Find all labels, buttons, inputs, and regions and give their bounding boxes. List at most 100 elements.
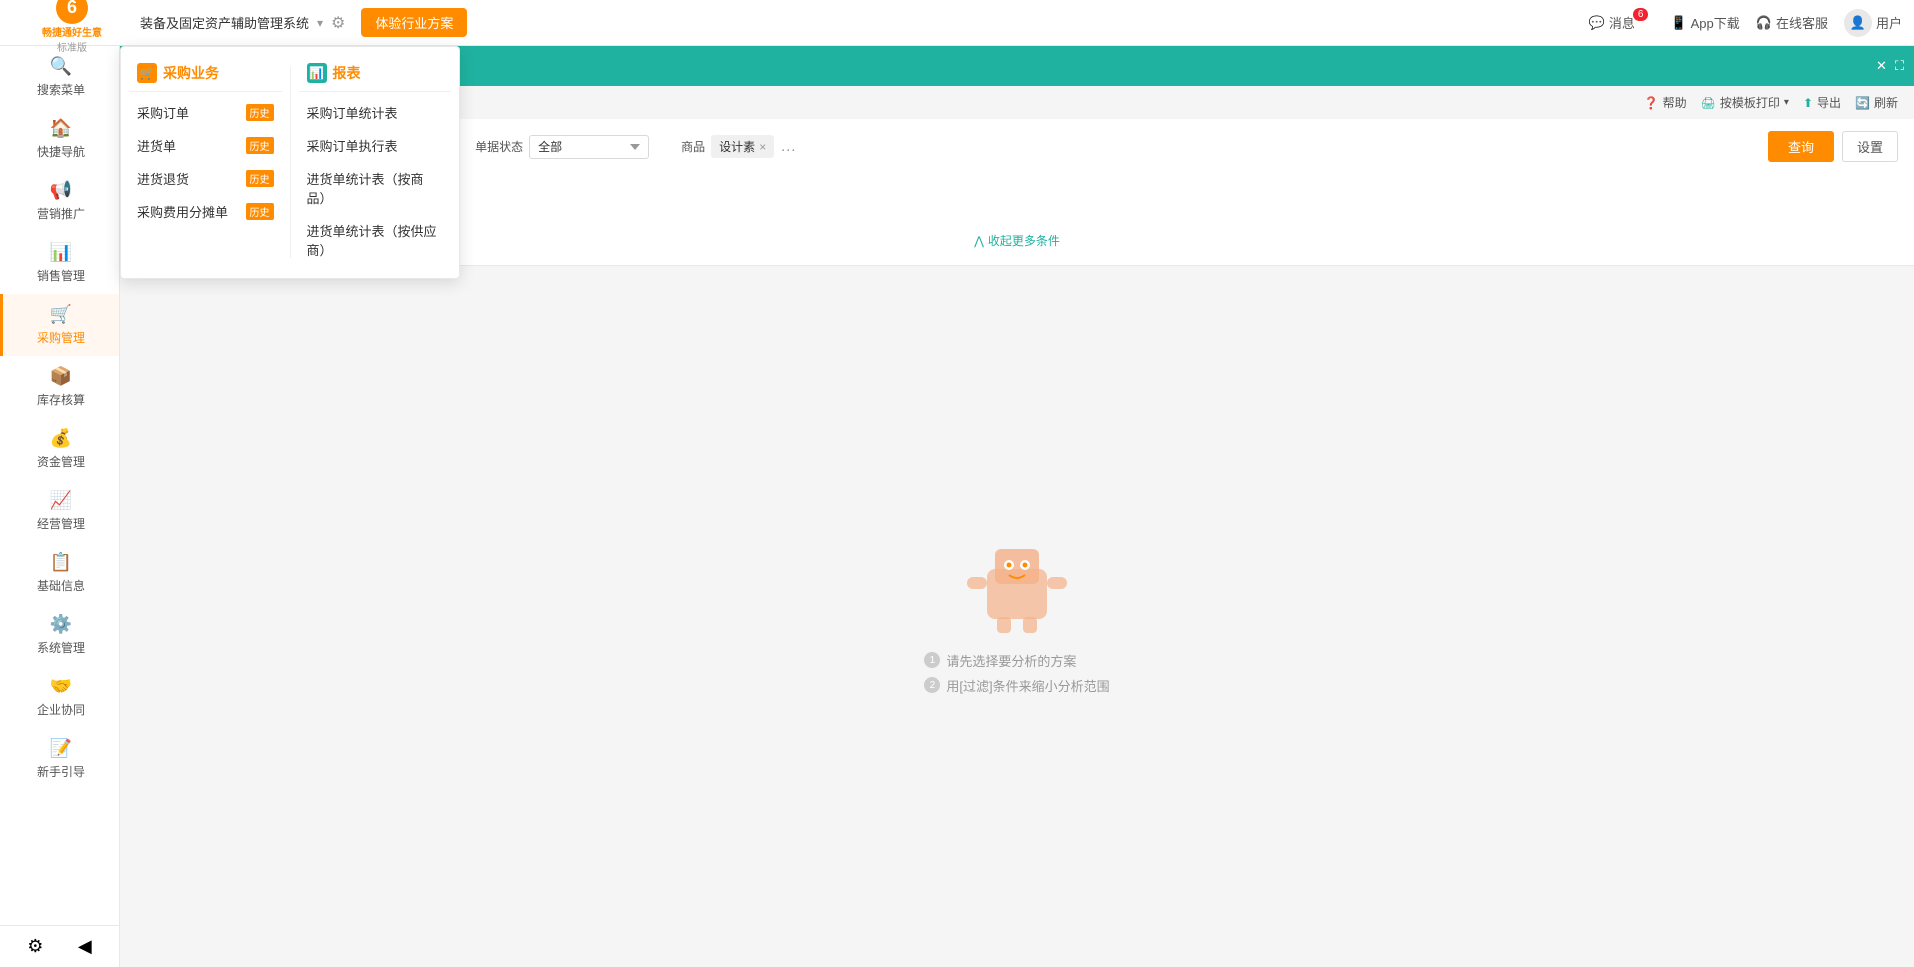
- sidebar-item-label: 快捷导航: [37, 143, 85, 160]
- collapse-icon[interactable]: ◀: [78, 936, 92, 957]
- search-icon: 🔍: [50, 56, 72, 77]
- tab-maximize-icon[interactable]: ⛶: [1895, 58, 1904, 74]
- print-icon: 🖨: [1701, 96, 1716, 110]
- report-col-label: 报表: [333, 63, 361, 83]
- goods-remove-icon[interactable]: ×: [759, 140, 766, 154]
- system-dropdown-arrow[interactable]: ▾: [317, 16, 323, 30]
- inventory-icon: 📦: [50, 366, 72, 387]
- message-badge: 6: [1633, 8, 1649, 21]
- dropdown-item-receipt-by-goods[interactable]: 进货单统计表（按商品）: [299, 162, 452, 214]
- print-label: 按模板打印: [1720, 94, 1780, 111]
- dropdown-item-receipt[interactable]: 进货单 历史: [129, 129, 282, 162]
- goods-tag[interactable]: 设计素 ×: [711, 135, 774, 158]
- sidebar-item-basics[interactable]: 📋 基础信息: [0, 542, 119, 604]
- goods-label: 商品: [681, 138, 705, 155]
- sidebar-item-quick[interactable]: 🏠 快捷导航: [0, 108, 119, 170]
- sidebar-item-label: 采购管理: [37, 329, 85, 346]
- dropdown-item-receipt-by-supplier[interactable]: 进货单统计表（按供应商）: [299, 214, 452, 266]
- avatar: 👤: [1844, 9, 1872, 37]
- dropdown-item-po-stat[interactable]: 采购订单统计表: [299, 96, 452, 129]
- sidebar-item-label: 营销推广: [37, 205, 85, 222]
- print-btn[interactable]: 🖨 按模板打印 ▾: [1701, 94, 1789, 111]
- collapse-label: 收起更多条件: [988, 232, 1060, 249]
- dropdown-item-po-stat-label: 采购订单统计表: [307, 103, 398, 122]
- sales-icon: 📊: [50, 242, 72, 263]
- action-area: 查询 设置: [1768, 131, 1898, 162]
- dropdown-item-return[interactable]: 进货退货 历史: [129, 162, 282, 195]
- empty-state: 1 请先选择要分析的方案 2 用[过滤]条件来缩小分析范围: [120, 266, 1914, 967]
- empty-hints: 1 请先选择要分析的方案 2 用[过滤]条件来缩小分析范围: [924, 651, 1109, 695]
- sidebar-item-label: 新手引导: [37, 763, 85, 780]
- goods-more-btn[interactable]: …: [780, 138, 796, 156]
- refresh-btn[interactable]: 🔄 刷新: [1855, 94, 1898, 111]
- query-btn[interactable]: 查询: [1768, 131, 1834, 162]
- sidebar-item-operations[interactable]: 📈 经营管理: [0, 480, 119, 542]
- dropdown-item-po[interactable]: 采购订单 历史: [129, 96, 282, 129]
- logo-icon: 6: [56, 0, 88, 24]
- sidebar-item-sales[interactable]: 📊 销售管理: [0, 232, 119, 294]
- sidebar-item-cooperation[interactable]: 🤝 企业协同: [0, 666, 119, 728]
- headset-icon: 🎧: [1756, 15, 1772, 31]
- sidebar-item-label: 销售管理: [37, 267, 85, 284]
- report-col-icon: 📊: [307, 63, 327, 83]
- message-icon: 💬: [1589, 15, 1605, 31]
- history-tag-expense: 历史: [246, 203, 274, 220]
- app-label: App下载: [1691, 13, 1740, 32]
- dropdown-item-expense[interactable]: 采购费用分摊单 历史: [129, 195, 282, 228]
- export-btn[interactable]: ⬆ 导出: [1803, 94, 1841, 111]
- settings-btn[interactable]: 设置: [1842, 131, 1898, 162]
- empty-hint-2: 2 用[过滤]条件来缩小分析范围: [924, 676, 1109, 695]
- history-tag-receipt: 历史: [246, 137, 274, 154]
- gear-icon[interactable]: ⚙: [331, 13, 345, 33]
- empty-illustration: [957, 539, 1077, 639]
- purchase-col-label: 采购业务: [163, 63, 219, 83]
- finance-icon: 💰: [50, 428, 72, 449]
- print-dropdown-icon[interactable]: ▾: [1784, 97, 1789, 108]
- settings-icon[interactable]: ⚙: [27, 936, 43, 957]
- app-download-btn[interactable]: 📱 App下载: [1670, 13, 1739, 32]
- dropdown-columns: 🛒 采购业务 采购订单 历史 进货单 历史 进货退货 历史 采购费用分摊单: [121, 59, 459, 266]
- industry-btn[interactable]: 体验行业方案: [361, 8, 467, 37]
- user-btn[interactable]: 👤 用户: [1844, 9, 1902, 37]
- brand-name: 畅捷通好生意: [42, 24, 102, 39]
- system-title: 装备及固定资产辅助管理系统 ▾ ⚙ 体验行业方案: [140, 8, 1589, 37]
- sidebar-item-newbie[interactable]: 📝 新手引导: [0, 728, 119, 790]
- dropdown-purchase-col: 🛒 采购业务 采购订单 历史 进货单 历史 进货退货 历史 采购费用分摊单: [121, 59, 290, 266]
- logo-area: 6 畅捷通好生意 标准版: [12, 0, 132, 54]
- help-icon: ❓: [1644, 96, 1659, 110]
- main-layout: 🔍 搜索菜单 🏠 快捷导航 📢 营销推广 📊 销售管理 🛒 采购管理 📦 库存核…: [0, 46, 1914, 967]
- sidebar-item-finance[interactable]: 💰 资金管理: [0, 418, 119, 480]
- message-btn[interactable]: 💬 消息 6: [1589, 13, 1655, 32]
- sidebar-item-purchase[interactable]: 🛒 采购管理: [0, 294, 119, 356]
- operations-icon: 📈: [50, 490, 72, 511]
- dropdown-item-po-exec[interactable]: 采购订单执行表: [299, 129, 452, 162]
- message-label: 消息: [1609, 13, 1635, 32]
- service-label: 在线客服: [1776, 13, 1828, 32]
- refresh-label: 刷新: [1874, 94, 1898, 111]
- sidebar-item-marketing[interactable]: 📢 营销推广: [0, 170, 119, 232]
- doc-status-select[interactable]: 全部: [529, 135, 649, 159]
- help-btn[interactable]: ❓ 帮助: [1644, 94, 1687, 111]
- dropdown-item-expense-label: 采购费用分摊单: [137, 202, 228, 221]
- sidebar-item-inventory[interactable]: 📦 库存核算: [0, 356, 119, 418]
- service-btn[interactable]: 🎧 在线客服: [1756, 13, 1828, 32]
- dropdown-item-po-label: 采购订单: [137, 103, 189, 122]
- dropdown-report-col: 📊 报表 采购订单统计表 采购订单执行表 进货单统计表（按商品） 进货单统计表（…: [291, 59, 460, 266]
- sidebar-item-system[interactable]: ⚙️ 系统管理: [0, 604, 119, 666]
- brand-sub: 标准版: [57, 39, 87, 54]
- sidebar-item-search[interactable]: 🔍 搜索菜单: [0, 46, 119, 108]
- sidebar-item-label: 库存核算: [37, 391, 85, 408]
- dropdown-item-receipt-label: 进货单: [137, 136, 176, 155]
- export-icon: ⬆: [1803, 96, 1813, 110]
- goods-filter: 商品 设计素 × …: [681, 135, 796, 158]
- dropdown-report-title: 📊 报表: [299, 59, 452, 92]
- history-tag-return: 历史: [246, 170, 274, 187]
- goods-tag-value: 设计素: [719, 138, 755, 155]
- sidebar-bottom: ⚙ ◀: [0, 925, 119, 967]
- header-right: 💬 消息 6 📱 App下载 🎧 在线客服 👤 用户: [1589, 9, 1902, 37]
- sidebar: 🔍 搜索菜单 🏠 快捷导航 📢 营销推广 📊 销售管理 🛒 采购管理 📦 库存核…: [0, 46, 120, 967]
- tab-close-all-icon[interactable]: ✕: [1876, 58, 1887, 74]
- purchase-icon: 🛒: [50, 304, 72, 325]
- sidebar-item-label: 经营管理: [37, 515, 85, 532]
- user-label: 用户: [1876, 13, 1902, 32]
